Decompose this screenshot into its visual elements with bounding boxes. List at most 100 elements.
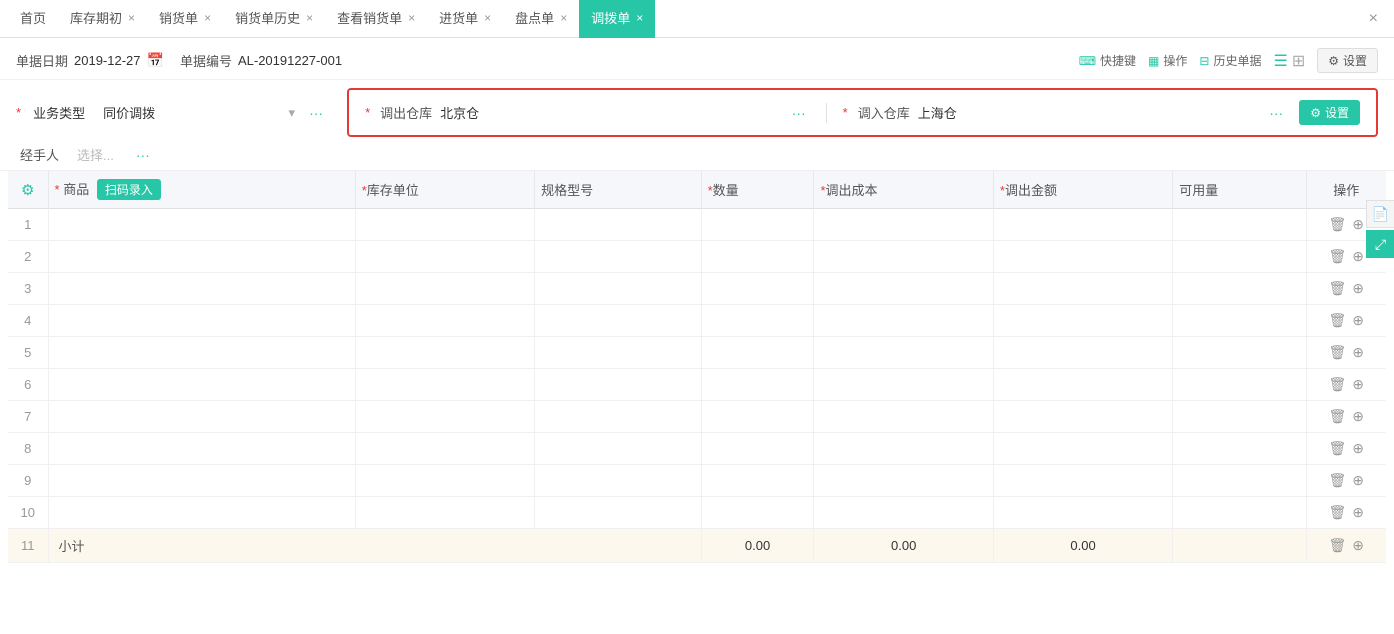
tab-purchase-order[interactable]: 进货单 × bbox=[427, 0, 503, 38]
delete-icon[interactable]: 🗑 bbox=[1328, 472, 1346, 489]
tab-view-sales[interactable]: 查看销货单 × bbox=[325, 0, 427, 38]
cell-unit[interactable] bbox=[355, 433, 534, 465]
business-type-dropdown-arrow[interactable]: ▾ bbox=[289, 105, 296, 121]
tab-close-view-sales[interactable]: × bbox=[408, 11, 415, 25]
cell-cost[interactable] bbox=[814, 497, 993, 529]
copy-icon[interactable]: ⊕ bbox=[1352, 216, 1364, 233]
cell-cost[interactable] bbox=[814, 337, 993, 369]
tab-home[interactable]: 首页 bbox=[8, 0, 58, 38]
delete-icon[interactable]: 🗑 bbox=[1328, 248, 1346, 265]
cell-product[interactable] bbox=[48, 401, 355, 433]
cell-amount[interactable] bbox=[993, 401, 1172, 433]
cell-spec[interactable] bbox=[535, 433, 701, 465]
cell-cost[interactable] bbox=[814, 305, 993, 337]
cell-qty[interactable] bbox=[701, 497, 814, 529]
tab-close-purchase-order[interactable]: × bbox=[484, 11, 491, 25]
cell-product[interactable] bbox=[48, 497, 355, 529]
cell-qty[interactable] bbox=[701, 401, 814, 433]
tab-stocktake[interactable]: 盘点单 × bbox=[503, 0, 579, 38]
copy-icon[interactable]: ⊕ bbox=[1352, 280, 1364, 297]
delete-icon[interactable]: 🗑 bbox=[1328, 408, 1346, 425]
delete-icon[interactable]: 🗑 bbox=[1328, 280, 1346, 297]
cell-available[interactable] bbox=[1173, 497, 1306, 529]
cell-product[interactable] bbox=[48, 241, 355, 273]
cell-cost[interactable] bbox=[814, 465, 993, 497]
cell-available[interactable] bbox=[1173, 305, 1306, 337]
cell-cost[interactable] bbox=[814, 209, 993, 241]
setting-button[interactable]: ⚙ 设置 bbox=[1317, 48, 1378, 73]
cell-amount[interactable] bbox=[993, 209, 1172, 241]
cell-available[interactable] bbox=[1173, 209, 1306, 241]
business-type-select[interactable]: 同价调拨 ▾ bbox=[95, 99, 295, 126]
delete-icon[interactable]: 🗑 bbox=[1328, 344, 1346, 361]
cell-cost[interactable] bbox=[814, 369, 993, 401]
cell-product[interactable] bbox=[48, 369, 355, 401]
cell-qty[interactable] bbox=[701, 337, 814, 369]
cell-unit[interactable] bbox=[355, 209, 534, 241]
cell-product[interactable] bbox=[48, 305, 355, 337]
cell-unit[interactable] bbox=[355, 273, 534, 305]
sidebar-doc-icon[interactable]: 📄 bbox=[1366, 200, 1394, 228]
cell-unit[interactable] bbox=[355, 497, 534, 529]
cell-spec[interactable] bbox=[535, 401, 701, 433]
cell-qty[interactable] bbox=[701, 433, 814, 465]
person-more[interactable]: ··· bbox=[132, 147, 154, 163]
copy-icon[interactable]: ⊕ bbox=[1352, 440, 1364, 457]
cell-spec[interactable] bbox=[535, 465, 701, 497]
cell-qty[interactable] bbox=[701, 209, 814, 241]
cell-available[interactable] bbox=[1173, 433, 1306, 465]
cell-spec[interactable] bbox=[535, 337, 701, 369]
tab-sales-order[interactable]: 销货单 × bbox=[147, 0, 223, 38]
tab-bar-close-button[interactable]: × bbox=[1361, 10, 1386, 28]
cell-product[interactable] bbox=[48, 209, 355, 241]
table-gear-icon[interactable]: ⚙ bbox=[21, 182, 34, 199]
cell-amount[interactable] bbox=[993, 305, 1172, 337]
tab-close-sales-history[interactable]: × bbox=[306, 11, 313, 25]
delete-icon[interactable]: 🗑 bbox=[1328, 504, 1346, 521]
operate-button[interactable]: ▦ 操作 bbox=[1148, 52, 1187, 69]
cell-product[interactable] bbox=[48, 273, 355, 305]
cell-product[interactable] bbox=[48, 465, 355, 497]
delete-icon[interactable]: 🗑 bbox=[1328, 440, 1346, 457]
cell-spec[interactable] bbox=[535, 369, 701, 401]
cell-qty[interactable] bbox=[701, 305, 814, 337]
cell-unit[interactable] bbox=[355, 305, 534, 337]
cell-unit[interactable] bbox=[355, 465, 534, 497]
cell-amount[interactable] bbox=[993, 465, 1172, 497]
cell-amount[interactable] bbox=[993, 337, 1172, 369]
history-button[interactable]: ⊟ 历史单据 bbox=[1199, 52, 1261, 69]
cell-product[interactable] bbox=[48, 337, 355, 369]
cell-unit[interactable] bbox=[355, 369, 534, 401]
cell-available[interactable] bbox=[1173, 241, 1306, 273]
from-warehouse-value[interactable]: 北京仓 bbox=[440, 103, 479, 122]
cell-cost[interactable] bbox=[814, 241, 993, 273]
cell-available[interactable] bbox=[1173, 369, 1306, 401]
cell-product[interactable] bbox=[48, 433, 355, 465]
cell-qty[interactable] bbox=[701, 465, 814, 497]
delete-icon[interactable]: 🗑 bbox=[1328, 376, 1346, 393]
cell-spec[interactable] bbox=[535, 273, 701, 305]
tab-close-stocktake[interactable]: × bbox=[560, 11, 567, 25]
sidebar-expand-icon[interactable]: ⤢ bbox=[1366, 230, 1394, 258]
scan-button[interactable]: 扫码录入 bbox=[97, 179, 161, 200]
delete-icon[interactable]: 🗑 bbox=[1328, 312, 1346, 329]
tab-close-sales-order[interactable]: × bbox=[204, 11, 211, 25]
from-warehouse-more[interactable]: ··· bbox=[788, 105, 810, 121]
cell-qty[interactable] bbox=[701, 369, 814, 401]
cell-unit[interactable] bbox=[355, 241, 534, 273]
cell-unit[interactable] bbox=[355, 337, 534, 369]
cell-spec[interactable] bbox=[535, 305, 701, 337]
cell-qty[interactable] bbox=[701, 241, 814, 273]
copy-icon[interactable]: ⊕ bbox=[1352, 344, 1364, 361]
cell-amount[interactable] bbox=[993, 497, 1172, 529]
tab-close-inventory-init[interactable]: × bbox=[128, 11, 135, 25]
cell-unit[interactable] bbox=[355, 401, 534, 433]
person-select[interactable]: 选择... bbox=[77, 145, 114, 164]
cell-cost[interactable] bbox=[814, 401, 993, 433]
layout-grid-icon[interactable]: ⊞ bbox=[1292, 51, 1305, 71]
tab-inventory-init[interactable]: 库存期初 × bbox=[58, 0, 147, 38]
cell-amount[interactable] bbox=[993, 241, 1172, 273]
tab-close-transfer[interactable]: × bbox=[636, 11, 643, 25]
copy-icon[interactable]: ⊕ bbox=[1352, 376, 1364, 393]
calendar-icon[interactable]: 📅 bbox=[147, 52, 164, 69]
